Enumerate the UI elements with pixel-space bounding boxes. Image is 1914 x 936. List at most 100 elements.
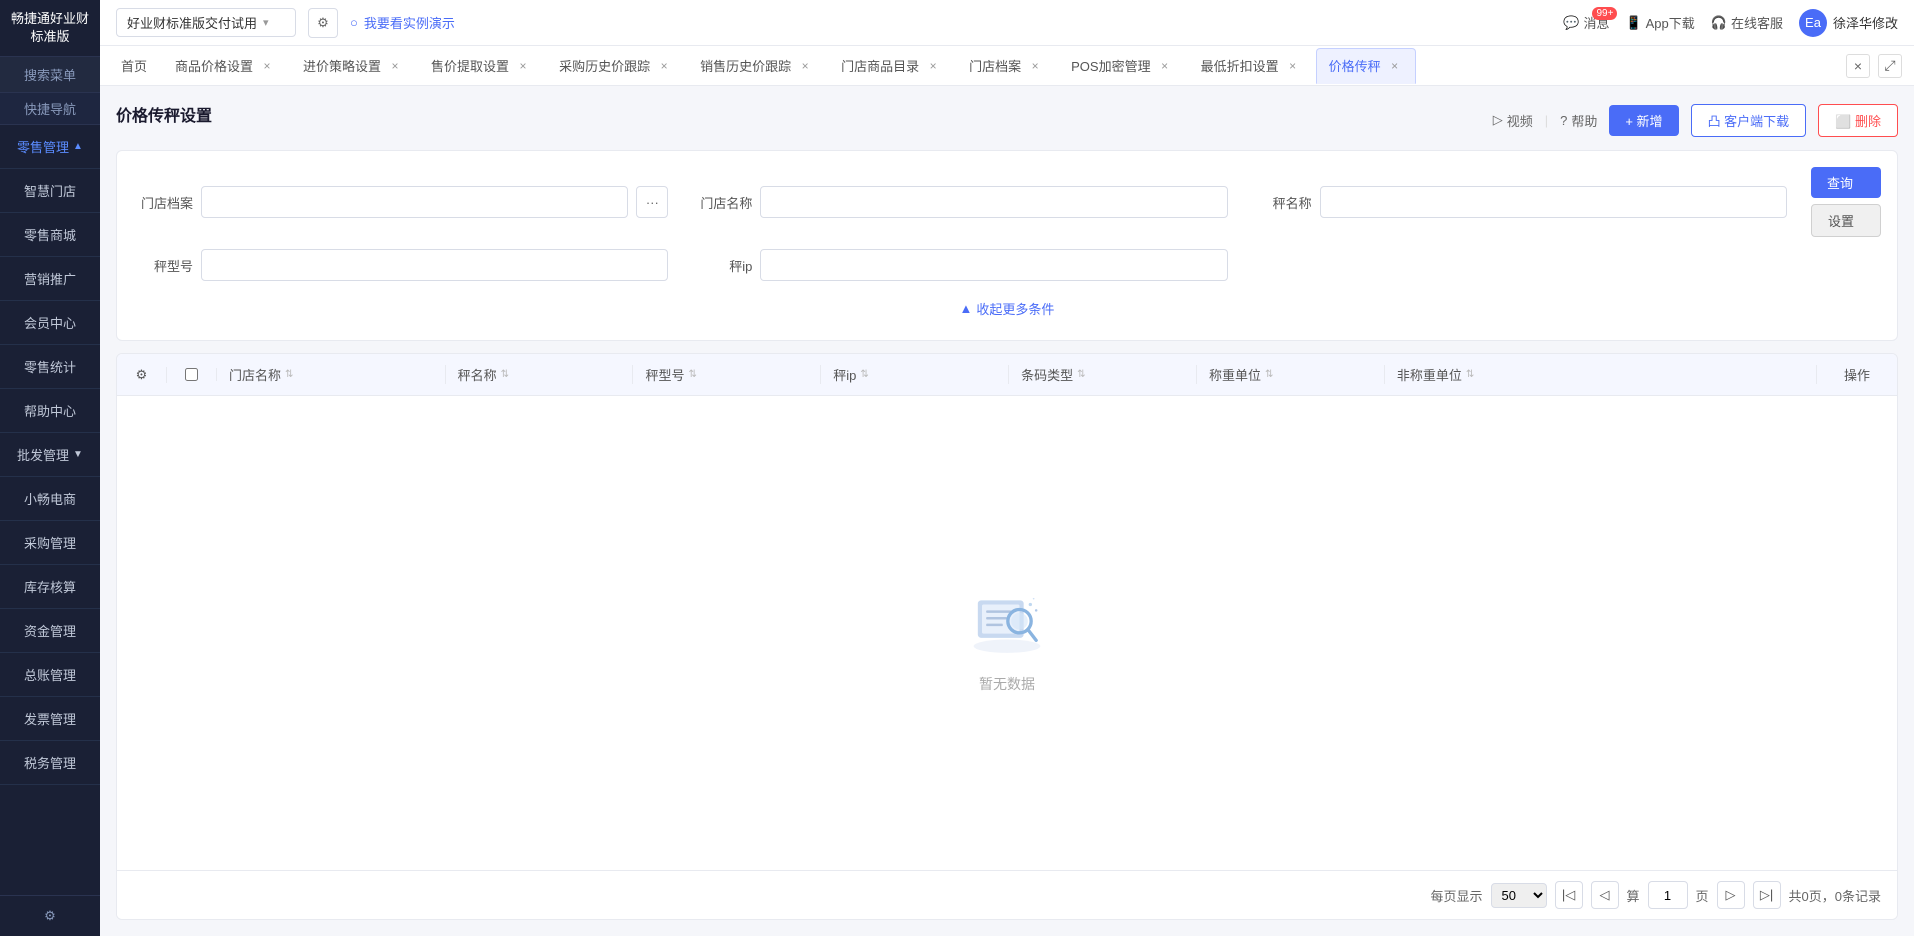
- sidebar-item-finance[interactable]: 资金管理: [0, 609, 100, 653]
- tab-home-label: 首页: [121, 56, 147, 75]
- pagination: 每页显示 50 10 20 100 |◁ ◁ 算 页 ▷ ▷| 共0页，0条记录: [117, 870, 1897, 919]
- sidebar-item-retail-stats[interactable]: 零售统计: [0, 345, 100, 389]
- filter-card: 门店档案 ··· 门店名称 秤名称 查询 设置: [116, 150, 1898, 341]
- sidebar-item-retail[interactable]: 零售管理 ▲: [0, 125, 100, 169]
- sidebar-item-wholesale[interactable]: 批发管理 ▼: [0, 433, 100, 477]
- tab-purchase-history[interactable]: 采购历史价跟踪 ×: [546, 48, 685, 84]
- per-page-select[interactable]: 50 10 20 100: [1491, 883, 1547, 908]
- sidebar-item-invoice[interactable]: 发票管理: [0, 697, 100, 741]
- download-button[interactable]: 凸 客户端下载: [1691, 104, 1807, 137]
- download-icon: 📱: [1625, 15, 1641, 31]
- store-profile-dots-btn[interactable]: ···: [636, 186, 668, 218]
- th-barcode-type[interactable]: 条码类型 ⇅: [1009, 365, 1197, 384]
- tab-close-pos-management[interactable]: ×: [1157, 58, 1173, 74]
- tab-maximize-btn[interactable]: ⤢: [1878, 54, 1902, 78]
- sidebar-item-purchase[interactable]: 采购管理: [0, 521, 100, 565]
- tab-sale-history[interactable]: 销售历史价跟踪 ×: [687, 48, 826, 84]
- settings-icon: ⚙: [317, 15, 329, 31]
- main-area: 好业财标准版交付试用 ▾ ⚙ ○ 我要看实例演示 💬 消息 99+ 📱 App下…: [100, 0, 1914, 936]
- version-label: 好业财标准版交付试用: [127, 13, 257, 32]
- th-scale-name[interactable]: 秤名称 ⇅: [446, 365, 634, 384]
- sidebar-item-xiaochang[interactable]: 小畅电商: [0, 477, 100, 521]
- th-scale-model[interactable]: 秤型号 ⇅: [633, 365, 821, 384]
- scale-ip-input[interactable]: [760, 249, 1227, 281]
- sort-icon: ⇅: [1265, 369, 1273, 380]
- tab-close-store-catalog[interactable]: ×: [925, 58, 941, 74]
- page-number-input[interactable]: [1648, 881, 1688, 909]
- sidebar-item-retail-mall[interactable]: 零售商城: [0, 213, 100, 257]
- tab-store-catalog[interactable]: 门店商品目录 ×: [828, 48, 954, 84]
- scale-name-field: 秤名称: [1252, 186, 1787, 218]
- th-store-name[interactable]: 门店名称 ⇅: [217, 365, 446, 384]
- th-ops: 操作: [1817, 365, 1897, 384]
- version-dropdown-icon: ▾: [263, 16, 269, 29]
- sidebar-item-inventory[interactable]: 库存核算: [0, 565, 100, 609]
- sort-icon: ⇅: [285, 369, 293, 380]
- app-download-btn[interactable]: 📱 App下载: [1625, 13, 1694, 32]
- sidebar-item-general-ledger[interactable]: 总账管理: [0, 653, 100, 697]
- tab-pos-management-label: POS加密管理: [1071, 56, 1150, 75]
- tab-close-all-btn[interactable]: ×: [1846, 54, 1870, 78]
- help-link[interactable]: ? 帮助: [1560, 111, 1597, 130]
- set-button[interactable]: 设置: [1811, 204, 1881, 237]
- header-settings-btn[interactable]: ⚙: [308, 8, 338, 38]
- add-button[interactable]: + 新增: [1609, 105, 1678, 136]
- table-header: ⚙ 门店名称 ⇅ 秤名称 ⇅ 秤型号 ⇅ 秤ip: [117, 354, 1897, 396]
- query-button[interactable]: 查询: [1811, 167, 1881, 198]
- scale-model-input[interactable]: [201, 249, 668, 281]
- tab-min-discount[interactable]: 最低折扣设置 ×: [1188, 48, 1314, 84]
- first-page-btn[interactable]: |◁: [1555, 881, 1583, 909]
- tab-close-purchase-strategy[interactable]: ×: [387, 58, 403, 74]
- collapse-btn[interactable]: ▲ 收起更多条件: [133, 293, 1881, 324]
- select-all-checkbox[interactable]: [185, 368, 198, 381]
- total-info: 共0页，0条记录: [1789, 886, 1881, 905]
- messages-btn[interactable]: 💬 消息 99+: [1563, 13, 1609, 32]
- tab-store-profile[interactable]: 门店档案 ×: [956, 48, 1056, 84]
- tab-purchase-history-label: 采购历史价跟踪: [559, 56, 650, 75]
- content-area: 价格传秤设置 ▷ 视频 | ? 帮助 + 新增 凸: [100, 86, 1914, 936]
- last-page-btn[interactable]: ▷|: [1753, 881, 1781, 909]
- tab-price-strategy[interactable]: 商品价格设置 ×: [162, 48, 288, 84]
- sidebar-item-smart-store[interactable]: 智慧门店: [0, 169, 100, 213]
- sidebar-item-marketing[interactable]: 营销推广: [0, 257, 100, 301]
- video-link[interactable]: ▷ 视频: [1493, 111, 1533, 130]
- tab-close-price-strategy[interactable]: ×: [259, 58, 275, 74]
- tab-pos-management[interactable]: POS加密管理 ×: [1058, 48, 1185, 84]
- prev-page-btn[interactable]: ◁: [1591, 881, 1619, 909]
- store-name-label: 门店名称: [692, 193, 752, 212]
- sidebar-item-member[interactable]: 会员中心: [0, 301, 100, 345]
- demo-link[interactable]: ○ 我要看实例演示: [350, 13, 455, 32]
- tab-price-scale[interactable]: 价格传秤 ×: [1316, 48, 1416, 84]
- tab-purchase-strategy[interactable]: 进价策略设置 ×: [290, 48, 416, 84]
- scale-name-input[interactable]: [1320, 186, 1787, 218]
- online-service-btn[interactable]: 🎧 在线客服: [1711, 13, 1783, 32]
- th-weight-unit[interactable]: 称重单位 ⇅: [1197, 365, 1385, 384]
- tab-close-sale-extract[interactable]: ×: [515, 58, 531, 74]
- sidebar-settings-btn[interactable]: ⚙: [0, 895, 100, 936]
- store-profile-input[interactable]: [201, 186, 628, 218]
- version-select[interactable]: 好业财标准版交付试用 ▾: [116, 8, 296, 37]
- tab-close-min-discount[interactable]: ×: [1285, 58, 1301, 74]
- tab-sale-extract-label: 售价提取设置: [431, 56, 509, 75]
- tab-store-profile-label: 门店档案: [969, 56, 1021, 75]
- user-info[interactable]: Ea 徐泽华修改: [1799, 9, 1898, 37]
- th-settings[interactable]: ⚙: [117, 367, 167, 383]
- sidebar-item-help-center[interactable]: 帮助中心: [0, 389, 100, 433]
- tab-bar-right: × ⤢: [1842, 54, 1906, 78]
- tab-home[interactable]: 首页: [108, 48, 160, 84]
- th-checkbox[interactable]: [167, 368, 217, 381]
- store-name-input[interactable]: [760, 186, 1227, 218]
- delete-button[interactable]: ⬜ 删除: [1818, 104, 1898, 137]
- tab-close-sale-history[interactable]: ×: [797, 58, 813, 74]
- tab-close-store-profile[interactable]: ×: [1027, 58, 1043, 74]
- helper-links: ▷ 视频 | ? 帮助: [1493, 111, 1598, 130]
- next-page-btn[interactable]: ▷: [1717, 881, 1745, 909]
- th-scale-ip[interactable]: 秤ip ⇅: [821, 365, 1009, 384]
- sidebar-item-tax[interactable]: 税务管理: [0, 741, 100, 785]
- tab-close-price-scale[interactable]: ×: [1387, 58, 1403, 74]
- search-menu-btn[interactable]: 搜索菜单: [0, 57, 100, 93]
- tab-sale-extract[interactable]: 售价提取设置 ×: [418, 48, 544, 84]
- tab-close-purchase-history[interactable]: ×: [656, 58, 672, 74]
- th-non-weight-unit[interactable]: 非称重单位 ⇅: [1385, 365, 1817, 384]
- circle-icon: ○: [350, 15, 358, 30]
